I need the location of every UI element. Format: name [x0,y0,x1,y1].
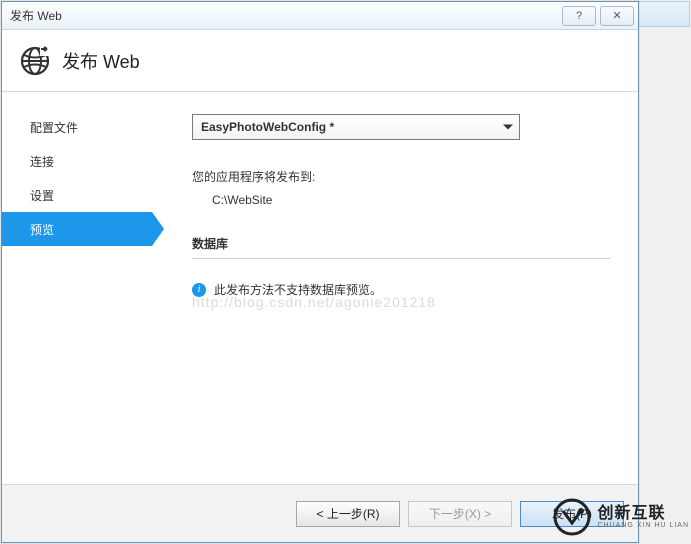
content-panel: EasyPhotoWebConfig * 您的应用程序将发布到: C:\WebS… [152,92,638,484]
next-button: 下一步(X) > [408,501,512,527]
sidebar-item-label: 设置 [30,187,54,204]
dialog-footer: < 上一步(R) 下一步(X) > 发布(P) [2,484,638,542]
sidebar-item-preview[interactable]: 预览 [2,212,152,246]
globe-icon [20,46,50,76]
database-section-title: 数据库 [192,235,610,259]
wizard-sidebar: 配置文件 连接 设置 预览 [2,92,152,484]
sidebar-item-label: 配置文件 [30,119,78,136]
info-icon: i [192,283,206,297]
background-window-fragment [639,1,690,27]
brand-subtitle: CHUANG XIN HU LIAN [597,522,689,529]
brand-name: 创新互联 [597,506,689,522]
brand-logo-icon [553,498,591,536]
sidebar-item-label: 预览 [30,221,54,238]
publish-target-label: 您的应用程序将发布到: [192,168,610,185]
sidebar-item-profile[interactable]: 配置文件 [2,110,152,144]
dialog-header: 发布 Web [2,30,638,92]
close-icon: ✕ [612,9,621,22]
chevron-down-icon [503,125,513,130]
sidebar-item-connection[interactable]: 连接 [2,144,152,178]
sidebar-item-settings[interactable]: 设置 [2,178,152,212]
close-button[interactable]: ✕ [600,6,634,26]
info-message: 此发布方法不支持数据库预览。 [214,281,382,298]
button-label: < 上一步(R) [316,505,379,522]
button-label: 下一步(X) > [429,505,491,522]
prev-button[interactable]: < 上一步(R) [296,501,400,527]
dialog-body: 配置文件 连接 设置 预览 EasyPhotoWebConfig * 您的应用程… [2,92,638,484]
profile-dropdown[interactable]: EasyPhotoWebConfig * [192,114,520,140]
profile-dropdown-value: EasyPhotoWebConfig * [201,120,334,134]
publish-web-dialog: 发布 Web ? ✕ 发布 Web 配置文件 连接 设置 预览 [1,1,639,543]
window-title: 发布 Web [10,7,558,24]
sidebar-item-label: 连接 [30,153,54,170]
dialog-title: 发布 Web [62,48,140,74]
brand-overlay: 创新互联 CHUANG XIN HU LIAN [553,498,689,536]
info-row: i 此发布方法不支持数据库预览。 [192,281,610,298]
help-button[interactable]: ? [562,6,596,26]
publish-target-path: C:\WebSite [192,193,610,207]
help-icon: ? [576,10,582,22]
titlebar: 发布 Web ? ✕ [2,2,638,30]
